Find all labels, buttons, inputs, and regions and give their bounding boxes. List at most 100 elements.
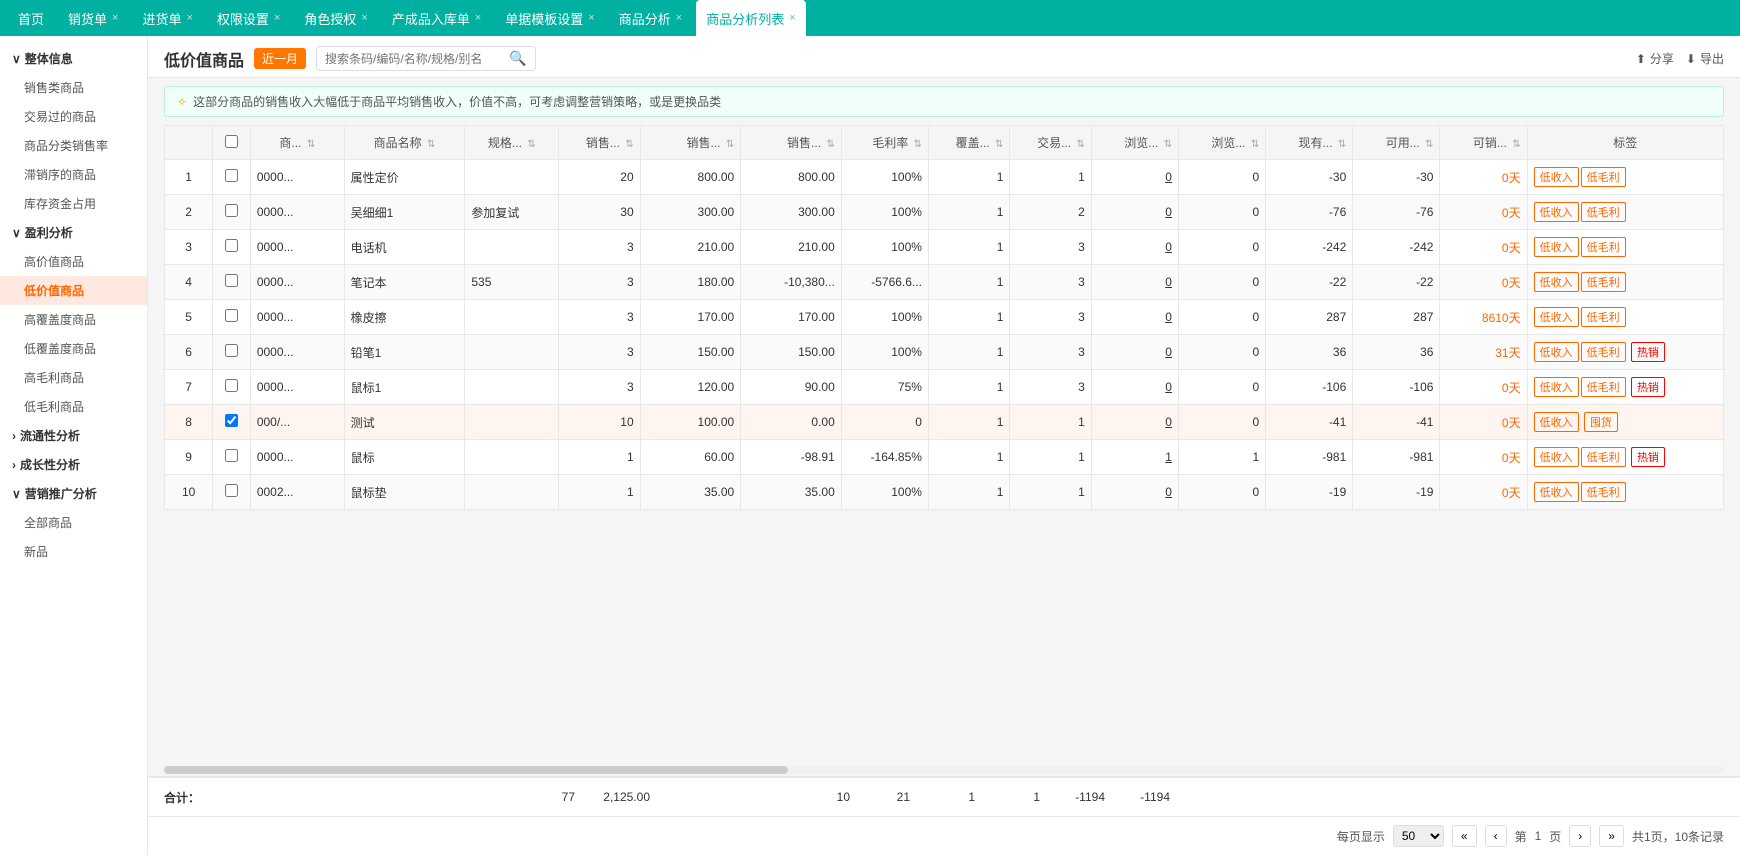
page-size-select[interactable]: 50 20 100 <box>1393 825 1444 847</box>
nav-purchase-order[interactable]: 进货单 × <box>132 0 202 36</box>
cell-tag: 低收入低毛利 <box>1527 160 1723 195</box>
close-icon[interactable]: × <box>274 12 280 24</box>
nav-product-analysis-list[interactable]: 商品分析列表 × <box>696 0 805 36</box>
cell-browse1[interactable]: 0 <box>1091 370 1178 405</box>
first-page-button[interactable]: « <box>1452 825 1477 847</box>
sidebar-item-slow-moving[interactable]: 滞销序的商品 <box>0 160 147 189</box>
sidebar-item-category-sales-rate[interactable]: 商品分类销售率 <box>0 131 147 160</box>
th-sale-num[interactable]: 销售... ⇅ <box>559 126 640 160</box>
sidebar-item-low-value[interactable]: 低价值商品 <box>0 276 147 305</box>
nav-sales-order[interactable]: 销货单 × <box>58 0 128 36</box>
sidebar-item-high-value[interactable]: 高价值商品 <box>0 247 147 276</box>
sidebar-item-high-margin[interactable]: 高毛利商品 <box>0 363 147 392</box>
nav-home-label: 首页 <box>18 9 44 28</box>
cell-check[interactable] <box>213 265 251 300</box>
total-browse2: 1 <box>981 786 1046 808</box>
row-checkbox[interactable] <box>225 204 238 217</box>
cell-check[interactable] <box>213 300 251 335</box>
cell-name: 橡皮擦 <box>344 300 465 335</box>
horizontal-scrollbar[interactable] <box>164 766 1724 774</box>
th-stock[interactable]: 现有... ⇅ <box>1266 126 1353 160</box>
nav-home[interactable]: 首页 <box>8 0 54 36</box>
th-name[interactable]: 商品名称 ⇅ <box>344 126 465 160</box>
cell-check[interactable] <box>213 440 251 475</box>
cell-check[interactable] <box>213 160 251 195</box>
nav-permission-settings[interactable]: 权限设置 × <box>207 0 290 36</box>
cell-browse1[interactable]: 0 <box>1091 230 1178 265</box>
th-check[interactable] <box>213 126 251 160</box>
filter-recent-month-button[interactable]: 近一月 <box>254 48 306 69</box>
sidebar-item-low-margin[interactable]: 低毛利商品 <box>0 392 147 421</box>
sidebar-item-sales-products[interactable]: 销售类商品 <box>0 73 147 102</box>
cell-check[interactable] <box>213 370 251 405</box>
table-container: 商... ⇅ 商品名称 ⇅ 规格... ⇅ 销售... ⇅ 销售... ⇅ 销售… <box>148 125 1740 764</box>
th-spec[interactable]: 规格... ⇅ <box>465 126 559 160</box>
row-checkbox[interactable] <box>225 169 238 182</box>
sidebar-item-all-products[interactable]: 全部商品 <box>0 508 147 537</box>
row-checkbox[interactable] <box>225 449 238 462</box>
search-input[interactable] <box>325 52 505 66</box>
th-sale-amt[interactable]: 销售... ⇅ <box>640 126 741 160</box>
nav-role-auth[interactable]: 角色授权 × <box>294 0 377 36</box>
close-icon[interactable]: × <box>789 12 795 24</box>
prev-page-button[interactable]: ‹ <box>1485 825 1507 847</box>
row-checkbox[interactable] <box>225 379 238 392</box>
th-browse1[interactable]: 浏览... ⇅ <box>1091 126 1178 160</box>
th-avail[interactable]: 可用... ⇅ <box>1353 126 1440 160</box>
cell-browse1[interactable]: 0 <box>1091 335 1178 370</box>
th-sale-cost[interactable]: 销售... ⇅ <box>741 126 842 160</box>
th-margin[interactable]: 毛利率 ⇅ <box>841 126 928 160</box>
cell-check[interactable] <box>213 195 251 230</box>
sidebar-group-overall[interactable]: ∨ 整体信息 <box>0 44 147 73</box>
close-icon[interactable]: × <box>112 12 118 24</box>
cell-browse1[interactable]: 0 <box>1091 195 1178 230</box>
share-button[interactable]: ⬆ 分享 <box>1636 50 1674 67</box>
close-icon[interactable]: × <box>588 12 594 24</box>
cell-browse1[interactable]: 0 <box>1091 405 1178 440</box>
cell-browse1[interactable]: 0 <box>1091 160 1178 195</box>
sidebar-item-high-coverage[interactable]: 高覆盖度商品 <box>0 305 147 334</box>
nav-product-inbound[interactable]: 产成品入库单 × <box>382 0 491 36</box>
sidebar-item-low-coverage[interactable]: 低覆盖度商品 <box>0 334 147 363</box>
close-icon[interactable]: × <box>186 12 192 24</box>
th-cover[interactable]: 覆盖... ⇅ <box>928 126 1009 160</box>
sidebar-group-growth[interactable]: › 成长性分析 <box>0 450 147 479</box>
row-checkbox[interactable] <box>225 414 238 427</box>
nav-template-settings[interactable]: 单据模板设置 × <box>495 0 604 36</box>
export-button[interactable]: ⬇ 导出 <box>1686 50 1724 67</box>
close-icon[interactable]: × <box>475 12 481 24</box>
cell-browse1[interactable]: 0 <box>1091 475 1178 510</box>
row-checkbox[interactable] <box>225 344 238 357</box>
sidebar-item-traded-products[interactable]: 交易过的商品 <box>0 102 147 131</box>
sidebar-group-profit[interactable]: ∨ 盈利分析 <box>0 218 147 247</box>
sidebar-group-circulation[interactable]: › 流通性分析 <box>0 421 147 450</box>
cell-check[interactable] <box>213 230 251 265</box>
sidebar-group-marketing[interactable]: ∨ 营销推广分析 <box>0 479 147 508</box>
sidebar-item-new-products[interactable]: 新品 <box>0 537 147 566</box>
cell-trade: 3 <box>1010 300 1091 335</box>
cell-browse1[interactable]: 0 <box>1091 265 1178 300</box>
cell-check[interactable] <box>213 335 251 370</box>
th-sellable[interactable]: 可销... ⇅ <box>1440 126 1527 160</box>
select-all-checkbox[interactable] <box>225 135 238 148</box>
row-checkbox[interactable] <box>225 484 238 497</box>
cell-check[interactable] <box>213 475 251 510</box>
row-checkbox[interactable] <box>225 239 238 252</box>
last-page-button[interactable]: » <box>1599 825 1624 847</box>
close-icon[interactable]: × <box>676 12 682 24</box>
cell-spec <box>465 440 559 475</box>
th-trade[interactable]: 交易... ⇅ <box>1010 126 1091 160</box>
row-checkbox[interactable] <box>225 274 238 287</box>
cell-browse1[interactable]: 1 <box>1091 440 1178 475</box>
th-code[interactable]: 商... ⇅ <box>250 126 344 160</box>
nav-product-analysis[interactable]: 商品分析 × <box>609 0 692 36</box>
sidebar-item-inventory-capital[interactable]: 库存资金占用 <box>0 189 147 218</box>
scroll-thumb[interactable] <box>164 766 788 774</box>
th-browse2[interactable]: 浏览... ⇅ <box>1178 126 1265 160</box>
search-icon[interactable]: 🔍 <box>509 50 526 67</box>
cell-check[interactable] <box>213 405 251 440</box>
close-icon[interactable]: × <box>361 12 367 24</box>
cell-browse1[interactable]: 0 <box>1091 300 1178 335</box>
next-page-button[interactable]: › <box>1569 825 1591 847</box>
row-checkbox[interactable] <box>225 309 238 322</box>
